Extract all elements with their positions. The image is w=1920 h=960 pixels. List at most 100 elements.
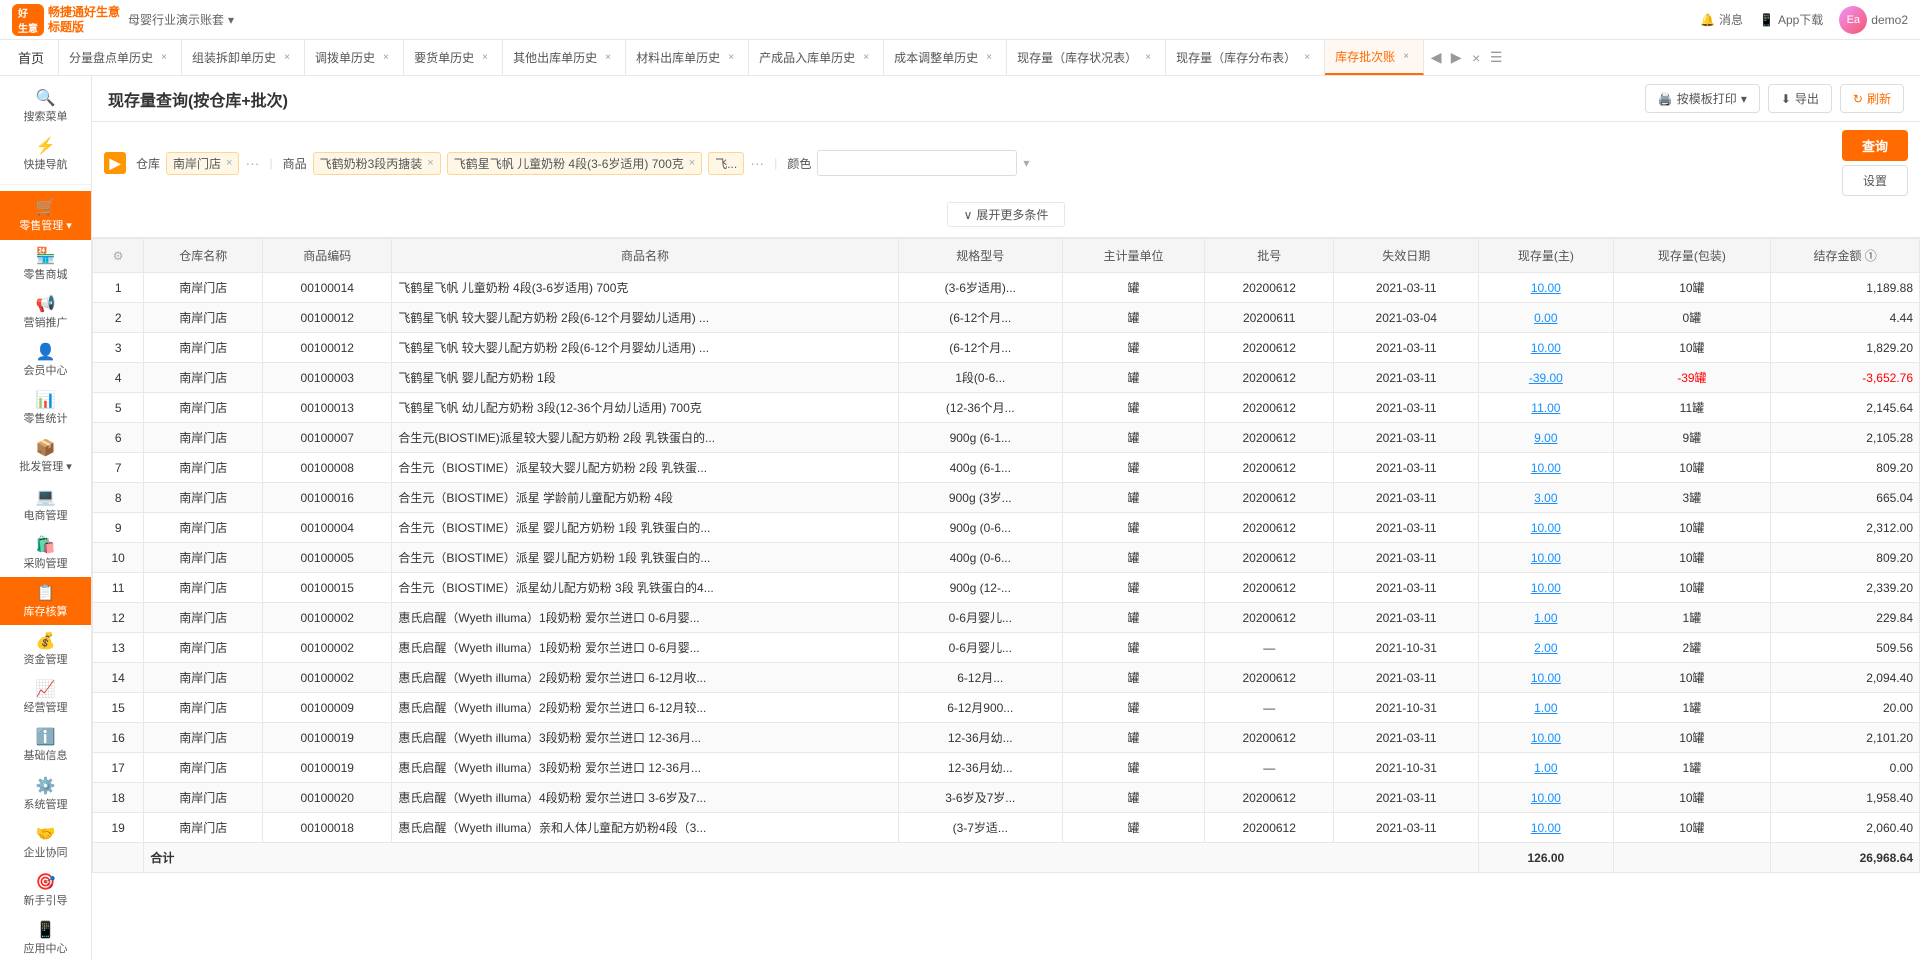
cell-qty-main[interactable]: 0.00 xyxy=(1479,303,1613,333)
tab-kucun[interactable]: 库存批次账 × xyxy=(1325,40,1424,75)
cell-qty-main[interactable]: -39.00 xyxy=(1479,363,1613,393)
tab-close-icon[interactable]: × xyxy=(1141,51,1155,65)
tab-menu-btn[interactable]: ☰ xyxy=(1486,48,1506,68)
expand-more-btn[interactable]: ∨ 展开更多条件 xyxy=(947,202,1066,227)
cell-qty-main[interactable]: 10.00 xyxy=(1479,573,1613,603)
tab-home[interactable]: 首页 xyxy=(4,40,59,75)
cell-qty-main[interactable]: 1.00 xyxy=(1479,693,1613,723)
sidebar-item-basic[interactable]: ℹ️ 基础信息 xyxy=(0,721,91,769)
cell-expire: 2021-03-11 xyxy=(1334,483,1479,513)
sidebar-item-ecommerce[interactable]: 💻 电商管理 xyxy=(0,481,91,529)
color-filter-input[interactable] xyxy=(817,150,1017,176)
user-area[interactable]: Ea demo2 xyxy=(1839,6,1908,34)
warehouse-tag-close-icon[interactable]: × xyxy=(226,157,232,169)
tab-close-icon[interactable]: × xyxy=(478,51,492,65)
template-print-btn[interactable]: 🖨️ 按模板打印 ▾ xyxy=(1645,84,1760,113)
sidebar-item-search[interactable]: 🔍 搜索菜单 xyxy=(0,82,91,130)
product-tag-close-icon[interactable]: × xyxy=(427,157,433,169)
tab-close-icon[interactable]: × xyxy=(157,51,171,65)
tab-yaoh[interactable]: 要货单历史 × xyxy=(404,40,503,75)
message-label: 消息 xyxy=(1719,11,1743,28)
tab-next-btn[interactable]: ▶ xyxy=(1446,48,1466,68)
cell-qty-main[interactable]: 1.00 xyxy=(1479,603,1613,633)
cell-qty-pkg: 1罐 xyxy=(1613,603,1771,633)
warehouse-filter-tag[interactable]: 南岸门店 × xyxy=(166,152,239,175)
tab-xiancun2[interactable]: 现存量（库存分布表） × xyxy=(1166,40,1325,75)
sidebar-item-appcenter[interactable]: 📱 应用中心 xyxy=(0,914,91,960)
cell-batch: 20200612 xyxy=(1205,663,1334,693)
tab-chengben[interactable]: 成本调整单历史 × xyxy=(884,40,1007,75)
tab-close-icon[interactable]: × xyxy=(379,51,393,65)
tab-close-icon[interactable]: × xyxy=(982,51,996,65)
tab-zuhe[interactable]: 组装拆卸单历史 × xyxy=(182,40,305,75)
tab-fenliang[interactable]: 分量盘点单历史 × xyxy=(59,40,182,75)
product-filter-tag-more[interactable]: 飞... xyxy=(708,152,744,175)
tab-xiancun1[interactable]: 现存量（库存状况表） × xyxy=(1007,40,1166,75)
tab-cailiao[interactable]: 材料出库单历史 × xyxy=(626,40,749,75)
sidebar-item-mall[interactable]: 🏪 零售商城 xyxy=(0,240,91,288)
sidebar-item-purchase[interactable]: 🛍️ 采购管理 xyxy=(0,529,91,577)
sidebar-item-nav[interactable]: ⚡ 快捷导航 xyxy=(0,130,91,178)
cell-code: 00100019 xyxy=(263,723,392,753)
product-tag-close-icon[interactable]: × xyxy=(689,157,695,169)
sidebar-item-member[interactable]: 👤 会员中心 xyxy=(0,336,91,384)
main-layout: 🔍 搜索菜单 ⚡ 快捷导航 🛒 零售管理 ▾ 🏪 零售商城 📢 营销推广 xyxy=(0,76,1920,960)
tab-qita[interactable]: 其他出库单历史 × xyxy=(503,40,626,75)
cell-code: 00100002 xyxy=(263,663,392,693)
cell-qty-main[interactable]: 2.00 xyxy=(1479,633,1613,663)
tab-prev-btn[interactable]: ◀ xyxy=(1426,48,1446,68)
product-filter-more[interactable]: ··· xyxy=(750,155,764,171)
tab-close-icon[interactable]: × xyxy=(1300,51,1314,65)
sidebar-item-stats[interactable]: 📊 零售统计 xyxy=(0,384,91,432)
tab-close-icon[interactable]: × xyxy=(859,51,873,65)
cell-qty-main[interactable]: 11.00 xyxy=(1479,393,1613,423)
cell-warehouse: 南岸门店 xyxy=(144,753,263,783)
sidebar-item-inventory[interactable]: 📋 库存核算 xyxy=(0,577,91,625)
tab-close-icon[interactable]: × xyxy=(601,51,615,65)
query-btn[interactable]: 查询 xyxy=(1842,130,1908,161)
sidebar-item-wholesale[interactable]: 📦 批发管理 ▾ xyxy=(0,432,91,480)
sidebar-item-system[interactable]: ⚙️ 系统管理 xyxy=(0,770,91,818)
message-btn[interactable]: 🔔 消息 xyxy=(1700,11,1743,28)
tab-close-icon[interactable]: × xyxy=(1399,50,1413,64)
sidebar-item-collab[interactable]: 🤝 企业协同 xyxy=(0,818,91,866)
sidebar-item-marketing[interactable]: 📢 营销推广 xyxy=(0,288,91,336)
th-qty-pkg: 现存量(包装) xyxy=(1613,239,1771,273)
product-filter-tag-1[interactable]: 飞鹤奶粉3段丙搪装 × xyxy=(313,152,441,175)
cell-unit: 罐 xyxy=(1062,573,1204,603)
cell-qty-main[interactable]: 10.00 xyxy=(1479,333,1613,363)
cell-qty-main[interactable]: 10.00 xyxy=(1479,663,1613,693)
th-settings[interactable]: ⚙ xyxy=(93,239,144,273)
search-icon: 🔍 xyxy=(36,88,56,108)
cell-qty-main[interactable]: 9.00 xyxy=(1479,423,1613,453)
product-filter-tag-2[interactable]: 飞鹤星飞帆 儿童奶粉 4段(3-6岁适用) 700克 × xyxy=(447,152,702,175)
cell-qty-main[interactable]: 3.00 xyxy=(1479,483,1613,513)
cell-qty-main[interactable]: 1.00 xyxy=(1479,753,1613,783)
cell-qty-main[interactable]: 10.00 xyxy=(1479,453,1613,483)
settings-btn[interactable]: 设置 xyxy=(1842,165,1908,196)
sidebar-item-ops[interactable]: 📈 经营管理 xyxy=(0,673,91,721)
sidebar-item-finance[interactable]: 💰 资金管理 xyxy=(0,625,91,673)
tab-chengpin[interactable]: 产成品入库单历史 × xyxy=(749,40,884,75)
tab-close-icon[interactable]: × xyxy=(724,51,738,65)
refresh-btn[interactable]: ↻ 刷新 xyxy=(1840,84,1904,113)
warehouse-filter-more[interactable]: ··· xyxy=(245,155,259,171)
cell-qty-main[interactable]: 10.00 xyxy=(1479,543,1613,573)
filter-expand-btn[interactable]: ▶ xyxy=(104,152,126,174)
export-btn[interactable]: ⬇ 导出 xyxy=(1768,84,1832,113)
cell-qty-main[interactable]: 10.00 xyxy=(1479,783,1613,813)
sidebar-item-guide[interactable]: 🎯 新手引导 xyxy=(0,866,91,914)
cell-qty-main[interactable]: 10.00 xyxy=(1479,273,1613,303)
cell-qty-main[interactable]: 10.00 xyxy=(1479,513,1613,543)
company-selector[interactable]: 母婴行业演示账套 ▾ xyxy=(128,11,234,28)
cell-qty-main[interactable]: 10.00 xyxy=(1479,723,1613,753)
sidebar-label: 搜索菜单 xyxy=(24,111,68,124)
tab-close-all-btn[interactable]: × xyxy=(1466,48,1486,68)
ecommerce-icon: 💻 xyxy=(36,487,56,507)
tab-diaob[interactable]: 调拨单历史 × xyxy=(305,40,404,75)
tab-close-icon[interactable]: × xyxy=(280,51,294,65)
cell-expire: 2021-03-11 xyxy=(1334,573,1479,603)
app-download-btn[interactable]: 📱 App下载 xyxy=(1759,11,1823,28)
cell-qty-main[interactable]: 10.00 xyxy=(1479,813,1613,843)
sidebar-item-retail[interactable]: 🛒 零售管理 ▾ xyxy=(0,191,91,239)
